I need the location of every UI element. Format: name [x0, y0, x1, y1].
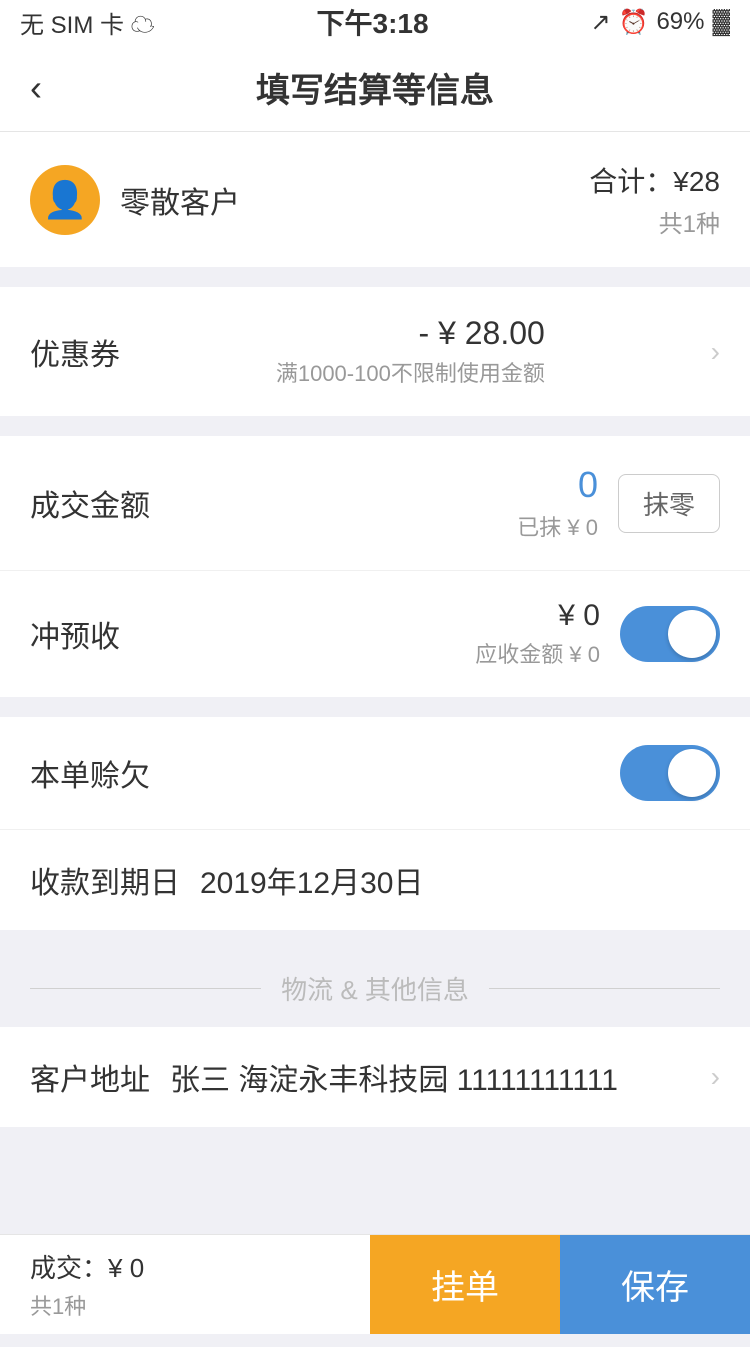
total-amount: 合计：¥28 [589, 160, 720, 200]
coupon-amount: - ¥ 28.00 [419, 315, 545, 352]
debt-row: 本单赊欠 [0, 717, 750, 830]
back-button[interactable]: ‹ [30, 67, 42, 109]
toggle-knob [668, 610, 716, 658]
battery-icon: ▓ [712, 8, 730, 36]
transaction-sub: 已抹 ¥ 0 [517, 510, 598, 542]
page-title: 填写结算等信息 [256, 63, 494, 112]
address-section: 客户地址 张三 海淀永丰科技园 11111111111 › [0, 1027, 750, 1127]
transaction-right: 0 已抹 ¥ 0 抹零 [517, 464, 720, 542]
prepay-toggle[interactable] [620, 606, 720, 662]
bottom-transaction-label: 成交：¥ 0 [30, 1248, 340, 1285]
logistics-label: 物流 & 其他信息 [281, 970, 469, 1007]
coupon-arrow-icon: › [711, 336, 720, 368]
coupon-value-right: - ¥ 28.00 满1000-100不限制使用金额 [276, 315, 545, 388]
bottom-info: 成交：¥ 0 共1种 [0, 1235, 370, 1334]
prepay-value-wrap: ¥ 0 应收金额 ¥ 0 [475, 599, 600, 669]
bottom-count: 共1种 [30, 1289, 340, 1321]
battery-level: 69% [656, 8, 704, 36]
alarm-icon: ⏰ [619, 8, 649, 37]
customer-right: 合计：¥28 共1种 [589, 160, 720, 239]
customer-section: 👤 零散客户 合计：¥28 共1种 [0, 132, 750, 267]
status-left: 无 SIM 卡 ☁ [20, 5, 155, 40]
nav-bar: ‹ 填写结算等信息 [0, 44, 750, 132]
address-value: 张三 海淀永丰科技园 11111111111 [170, 1055, 711, 1099]
save-button[interactable]: 保存 [560, 1235, 750, 1334]
logistics-divider: 物流 & 其他信息 [0, 950, 750, 1027]
prepay-label: 冲预收 [30, 612, 120, 656]
transaction-row: 成交金额 0 已抹 ¥ 0 抹零 [0, 436, 750, 571]
avatar-icon: 👤 [43, 179, 88, 221]
status-right: ↗ ⏰ 69% ▓ [590, 8, 730, 37]
total-count: 共1种 [589, 204, 720, 239]
prepay-amount: ¥ 0 [475, 599, 600, 633]
transaction-value-wrap: 0 已抹 ¥ 0 [517, 464, 598, 542]
avatar: 👤 [30, 165, 100, 235]
coupon-section: 优惠券 - ¥ 28.00 满1000-100不限制使用金额 › [0, 287, 750, 416]
coupon-desc: 满1000-100不限制使用金额 [276, 356, 545, 388]
customer-name: 零散客户 [120, 178, 240, 222]
round-zero-button[interactable]: 抹零 [618, 474, 720, 533]
bottom-transaction-value: ¥ 0 [108, 1253, 144, 1283]
address-arrow-icon: › [711, 1061, 720, 1093]
status-time: 下午3:18 [317, 2, 429, 42]
prepay-row: 冲预收 ¥ 0 应收金额 ¥ 0 [0, 571, 750, 697]
transaction-label: 成交金额 [30, 481, 150, 525]
duedate-value[interactable]: 2019年12月30日 [200, 858, 423, 902]
sim-status: 无 SIM 卡 ☁ [20, 5, 155, 40]
hold-button[interactable]: 挂单 [370, 1235, 560, 1334]
customer-left: 👤 零散客户 [30, 165, 240, 235]
duedate-row: 收款到期日 2019年12月30日 [0, 830, 750, 930]
transaction-section: 成交金额 0 已抹 ¥ 0 抹零 冲预收 ¥ 0 应收金额 ¥ 0 [0, 436, 750, 697]
coupon-label: 优惠券 [30, 330, 120, 374]
prepay-right: ¥ 0 应收金额 ¥ 0 [475, 599, 720, 669]
customer-row: 👤 零散客户 合计：¥28 共1种 [0, 132, 750, 267]
bottom-transaction-prefix: 成交： [30, 1253, 108, 1283]
debt-section: 本单赊欠 收款到期日 2019年12月30日 [0, 717, 750, 930]
address-label: 客户地址 [30, 1055, 150, 1099]
coupon-row[interactable]: 优惠券 - ¥ 28.00 满1000-100不限制使用金额 › [0, 287, 750, 416]
status-bar: 无 SIM 卡 ☁ 下午3:18 ↗ ⏰ 69% ▓ [0, 0, 750, 44]
bottom-bar: 成交：¥ 0 共1种 挂单 保存 [0, 1234, 750, 1334]
transaction-value: 0 [517, 464, 598, 506]
prepay-sub: 应收金额 ¥ 0 [475, 637, 600, 669]
main-content: 👤 零散客户 合计：¥28 共1种 优惠券 - ¥ 28.00 满1000-10… [0, 132, 750, 1347]
debt-toggle-knob [668, 749, 716, 797]
debt-toggle[interactable] [620, 745, 720, 801]
duedate-label: 收款到期日 [30, 858, 180, 902]
debt-label: 本单赊欠 [30, 751, 150, 795]
location-icon: ↗ [590, 8, 610, 37]
address-row[interactable]: 客户地址 张三 海淀永丰科技园 11111111111 › [0, 1027, 750, 1127]
